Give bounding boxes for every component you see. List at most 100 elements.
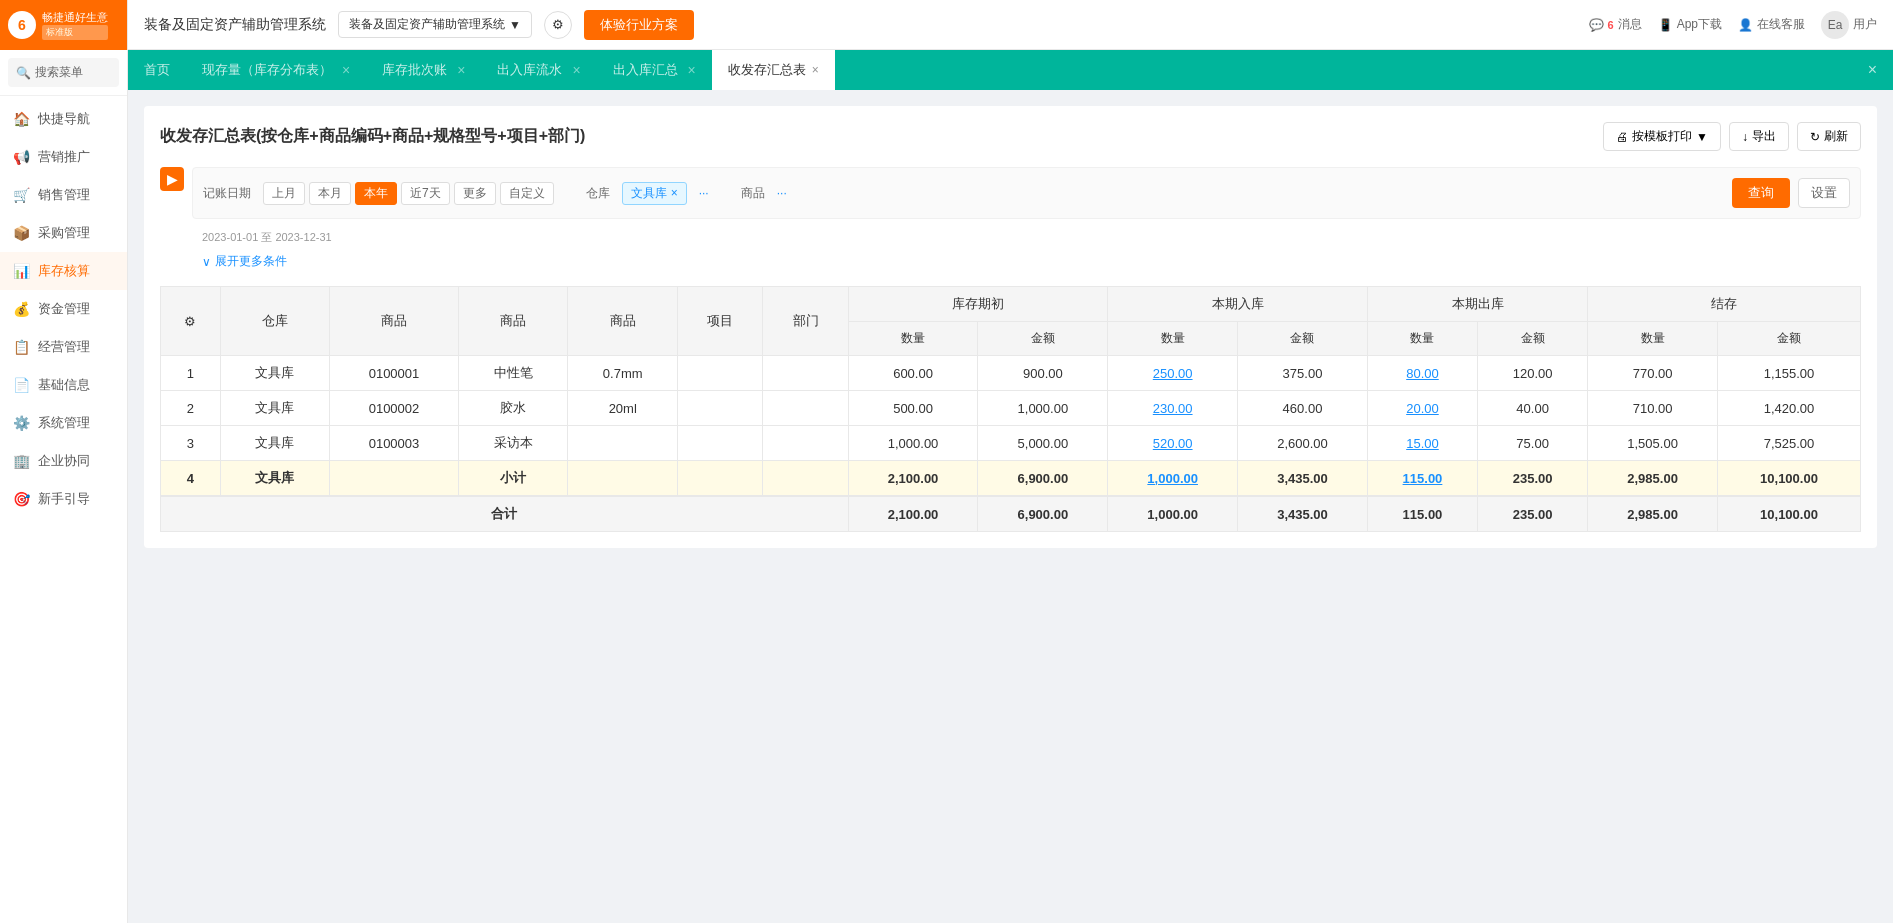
expand-more-button[interactable]: ∨ 展开更多条件 [192,249,1861,274]
sidebar-item-system[interactable]: ⚙️ 系统管理 [0,404,127,442]
th-product-spec: 商品 [568,287,678,356]
sales-icon: 🛒 [12,186,30,204]
td-opening-amount: 900.00 [978,356,1108,391]
query-button[interactable]: 查询 [1732,178,1790,208]
print-button[interactable]: 🖨 按模板打印 ▼ [1603,122,1721,151]
user-menu[interactable]: Ea 用户 [1821,11,1877,39]
system-dropdown[interactable]: 装备及固定资产辅助管理系统 ▼ [338,11,532,38]
date-btn-7days[interactable]: 近7天 [401,182,450,205]
trial-button[interactable]: 体验行业方案 [584,10,694,40]
td-in-amount: 375.00 [1238,356,1368,391]
header-left: 装备及固定资产辅助管理系统 装备及固定资产辅助管理系统 ▼ ⚙ 体验行业方案 [144,10,694,40]
td-product-name: 采访本 [459,426,568,461]
tab-inout-flow[interactable]: 出入库流水 × [481,50,596,90]
tab-batch-account[interactable]: 库存批次账 × [366,50,481,90]
app-download-button[interactable]: 📱 App下载 [1658,16,1722,33]
message-button[interactable]: 💬 6 消息 [1589,16,1642,33]
out-qty-link[interactable]: 15.00 [1406,436,1439,451]
td-ending-amount: 7,525.00 [1717,426,1860,461]
table-row: 4 文具库 小计 2,100.00 6,900.00 1,000.00 3,43… [161,461,1861,497]
tab-close-inventory-dist[interactable]: × [342,62,350,78]
date-filter-label: 记账日期 [203,185,251,202]
in-qty-link[interactable]: 1,000.00 [1147,471,1198,486]
close-all-tabs-button[interactable]: × [1868,61,1877,79]
message-icon: 💬 [1589,18,1604,32]
td-num: 1 [161,356,221,391]
th-product-name: 商品 [459,287,568,356]
td-product-code [329,461,459,497]
sidebar-item-sales[interactable]: 🛒 销售管理 [0,176,127,214]
filter-area: 记账日期 上月 本月 本年 近7天 更多 自定义 仓库 文具库 × [192,167,1861,219]
tab-close-receive-summary[interactable]: × [812,63,819,77]
online-service-label: 在线客服 [1757,16,1805,33]
date-btn-custom[interactable]: 自定义 [500,182,554,205]
date-btn-this-year[interactable]: 本年 [355,182,397,205]
tab-close-inout-summary[interactable]: × [688,62,696,78]
out-qty-link[interactable]: 115.00 [1403,471,1443,486]
warehouse-tag-close[interactable]: × [671,186,678,200]
date-btn-more[interactable]: 更多 [454,182,496,205]
sidebar-item-quick-nav[interactable]: 🏠 快捷导航 [0,100,127,138]
td-warehouse: 文具库 [220,391,329,426]
date-btn-this-month[interactable]: 本月 [309,182,351,205]
td-product-spec [568,461,678,497]
td-opening-amount: 5,000.00 [978,426,1108,461]
th-in-qty: 数量 [1108,322,1238,356]
inventory-icon: 📊 [12,262,30,280]
sidebar-item-purchase[interactable]: 📦 采购管理 [0,214,127,252]
sidebar-item-enterprise[interactable]: 🏢 企业协同 [0,442,127,480]
warehouse-filter-label: 仓库 [586,185,610,202]
tab-home[interactable]: 首页 [128,50,186,90]
sidebar-item-guide[interactable]: 🎯 新手引导 [0,480,127,518]
sidebar-item-operation[interactable]: 📋 经营管理 [0,328,127,366]
date-btn-last-month[interactable]: 上月 [263,182,305,205]
refresh-button[interactable]: ↻ 刷新 [1797,122,1861,151]
footer-ending-amount: 10,100.00 [1717,496,1860,532]
out-qty-link[interactable]: 80.00 [1406,366,1439,381]
tab-close-inout-flow[interactable]: × [572,62,580,78]
td-in-amount: 460.00 [1238,391,1368,426]
td-out-amount: 120.00 [1478,356,1588,391]
sidebar-search-area: 🔍 搜索菜单 [0,50,127,96]
search-menu-button[interactable]: 🔍 搜索菜单 [8,58,119,87]
tab-inventory-dist[interactable]: 现存量（库存分布表） × [186,50,366,90]
tab-inout-summary[interactable]: 出入库汇总 × [597,50,712,90]
in-qty-link[interactable]: 230.00 [1153,401,1193,416]
sidebar-item-inventory[interactable]: 📊 库存核算 [0,252,127,290]
filter-expand-button[interactable]: ▶ [160,167,184,191]
td-ending-qty: 770.00 [1588,356,1718,391]
sidebar-item-marketing[interactable]: 📢 营销推广 [0,138,127,176]
settings-button[interactable]: ⚙ [544,11,572,39]
sidebar-nav: 🏠 快捷导航 📢 营销推广 🛒 销售管理 📦 采购管理 📊 库存核算 💰 资金管… [0,96,127,522]
in-qty-link[interactable]: 520.00 [1153,436,1193,451]
td-department [763,461,848,497]
th-opening-amount: 金额 [978,322,1108,356]
column-settings-icon[interactable]: ⚙ [184,314,196,329]
td-project [678,356,763,391]
in-qty-link[interactable]: 250.00 [1153,366,1193,381]
td-project [678,426,763,461]
online-service-button[interactable]: 👤 在线客服 [1738,16,1805,33]
sidebar-item-basic-info[interactable]: 📄 基础信息 [0,366,127,404]
filter-settings-button[interactable]: 设置 [1798,178,1850,208]
export-icon: ↓ [1742,130,1748,144]
th-settings[interactable]: ⚙ [161,287,221,356]
th-ending-amount: 金额 [1717,322,1860,356]
marketing-icon: 📢 [12,148,30,166]
th-project: 项目 [678,287,763,356]
footer-in-qty: 1,000.00 [1108,496,1238,532]
page-title: 收发存汇总表(按仓库+商品编码+商品+规格型号+项目+部门) [160,126,585,147]
out-qty-link[interactable]: 20.00 [1406,401,1439,416]
sidebar-item-finance[interactable]: 💰 资金管理 [0,290,127,328]
export-button[interactable]: ↓ 导出 [1729,122,1789,151]
warehouse-more-button[interactable]: ··· [699,186,709,200]
tab-close-batch-account[interactable]: × [457,62,465,78]
main-content: 收发存汇总表(按仓库+商品编码+商品+规格型号+项目+部门) 🖨 按模板打印 ▼… [128,90,1893,923]
footer-opening-qty: 2,100.00 [848,496,978,532]
td-num: 3 [161,426,221,461]
td-in-amount: 3,435.00 [1238,461,1368,497]
product-more-button[interactable]: ··· [777,186,787,200]
guide-icon: 🎯 [12,490,30,508]
tab-receive-summary[interactable]: 收发存汇总表 × [712,50,835,90]
logo-badge: 标准版 [42,25,108,40]
